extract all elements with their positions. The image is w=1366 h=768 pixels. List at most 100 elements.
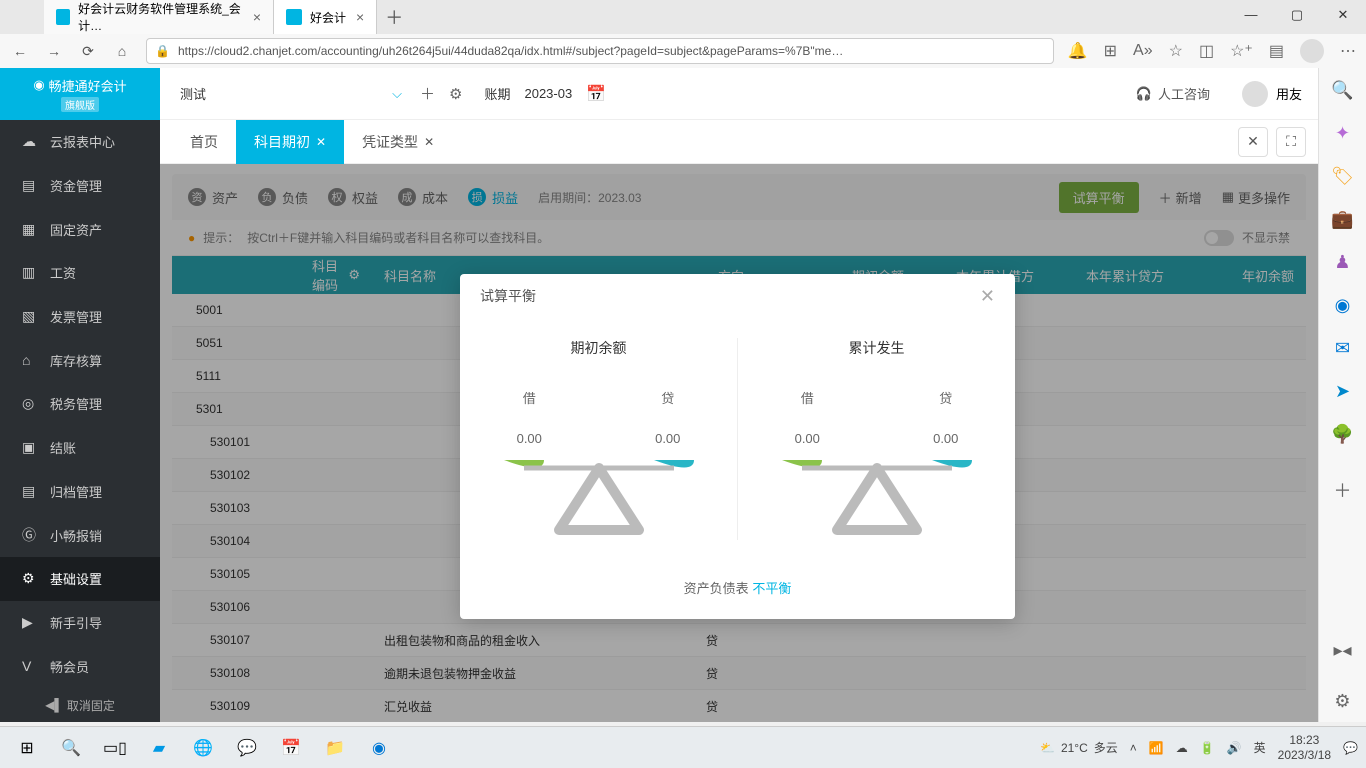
start-button[interactable]: ⊞ (8, 732, 46, 764)
sidebar-item-expense[interactable]: Ⓖ小畅报销 (0, 513, 160, 557)
sidebar-item-report[interactable]: ☁云报表中心 (0, 120, 160, 164)
wallet-icon[interactable]: ▤ (1269, 41, 1284, 61)
sidebar-collapse[interactable]: ◀▌取消固定 (0, 688, 160, 722)
funds-icon: ▤ (22, 177, 38, 194)
sidebar-item-inventory[interactable]: ⌂库存核算 (0, 338, 160, 382)
wifi-icon[interactable]: 📶 (1149, 741, 1164, 755)
sidebar-item-member[interactable]: V畅会员 (0, 645, 160, 689)
taskview-button[interactable]: ▭▯ (96, 732, 134, 764)
edge-wallet-icon[interactable]: 💼 (1331, 209, 1353, 230)
edge-add-icon[interactable]: ＋ (1334, 477, 1352, 503)
maximize-button[interactable]: ▢ (1274, 0, 1320, 30)
modal-close-button[interactable]: ✕ (980, 286, 995, 307)
fullscreen-button[interactable]: ⛶ (1276, 127, 1306, 157)
tab-subject[interactable]: 科目期初✕ (236, 120, 344, 164)
balance-scale-icon (489, 450, 709, 540)
refresh-icon[interactable]: ⟳ (78, 43, 98, 60)
clock[interactable]: 18:23 2023/3/18 (1278, 733, 1331, 762)
period-value: 2023-03 (524, 86, 572, 101)
browser-tab-2[interactable]: 好会计 × (274, 0, 377, 34)
read-aloud-icon[interactable]: A» (1133, 42, 1153, 60)
edge-shopping-icon[interactable]: 🏷 (1331, 166, 1354, 187)
sidebar-item-salary[interactable]: ▥工资 (0, 251, 160, 295)
edge-edge-icon[interactable]: ◉ (1335, 295, 1351, 316)
browser-chrome: 好会计云财务软件管理系统_会计… × 好会计 × ＋ — ▢ ✕ ← → ⟳ ⌂… (0, 0, 1366, 68)
sidebar-item-tax[interactable]: ◎税务管理 (0, 382, 160, 426)
user-badge[interactable]: 用友 (1242, 81, 1302, 107)
new-tab-button[interactable]: ＋ (377, 4, 411, 30)
ime-indicator[interactable]: 英 (1254, 739, 1266, 756)
guide-icon: ▶ (22, 614, 38, 631)
lock-icon: 🔒 (155, 44, 170, 58)
menu-icon[interactable]: ⋯ (1340, 41, 1356, 61)
battery-icon[interactable]: 🔋 (1200, 741, 1215, 755)
close-button[interactable]: ✕ (1320, 0, 1366, 30)
sidebar-item-invoice[interactable]: ▧发票管理 (0, 295, 160, 339)
tray-chevron-icon[interactable]: ˄ (1130, 741, 1137, 755)
edge-tree-icon[interactable]: 🌳 (1331, 424, 1353, 445)
modal-footer: 资产负债表 不平衡 (460, 560, 1015, 619)
url-input[interactable]: 🔒 https://cloud2.chanjet.com/accounting/… (146, 38, 1054, 64)
sidebar-item-archive[interactable]: ▤归档管理 (0, 470, 160, 514)
sidebar-item-guide[interactable]: ▶新手引导 (0, 601, 160, 645)
org-name: 测试 (180, 84, 206, 103)
sidebar-logo[interactable]: ◉畅捷通好会计 旗舰版 (0, 68, 160, 120)
notification-icon[interactable]: 🔔 (1068, 41, 1088, 61)
tax-icon: ◎ (22, 395, 38, 412)
sidebar: ◉畅捷通好会计 旗舰版 ☁云报表中心 ▤资金管理 ▦固定资产 ▥工资 ▧发票管理… (0, 68, 160, 722)
calendar-icon[interactable]: 📅 (586, 84, 606, 104)
sidebar-item-closing[interactable]: ▣结账 (0, 426, 160, 470)
calendar-app-icon[interactable]: 📅 (272, 732, 310, 764)
volume-icon[interactable]: 🔊 (1227, 741, 1242, 755)
split-icon[interactable]: ◫ (1199, 41, 1214, 61)
edge-ai-icon[interactable]: ✦ (1335, 123, 1350, 144)
tab-home[interactable]: 首页 (172, 120, 236, 164)
modal-body: 期初余额 借贷 0.000.00 累计发生 借贷 0.000.00 (460, 318, 1015, 560)
notifications-icon[interactable]: 💬 (1343, 741, 1358, 755)
favorites-icon[interactable]: ☆ (1169, 41, 1183, 61)
tab-close-icon[interactable]: × (253, 9, 261, 25)
browser-tab-1[interactable]: 好会计云财务软件管理系统_会计… × (44, 0, 274, 34)
org-selector[interactable]: 测试 ⌵ (176, 79, 406, 109)
app-icon[interactable]: ▰ (140, 732, 178, 764)
panel-cumulative: 累计发生 借贷 0.000.00 (738, 338, 1015, 540)
edge-sidebar: 🔍 ✦ 🏷 💼 ♟ ◉ ✉ ➤ 🌳 ＋ ▸◂ ⚙ (1318, 68, 1366, 722)
collections-icon[interactable]: ☆⁺ (1230, 41, 1253, 61)
sidebar-item-settings[interactable]: ⚙基础设置 (0, 557, 160, 601)
wechat-icon[interactable]: 💬 (228, 732, 266, 764)
org-settings-button[interactable]: ⚙ (449, 85, 462, 103)
extension-icons: 🔔 ⊞ A» ☆ ◫ ☆⁺ ▤ ⋯ (1068, 39, 1356, 63)
home-icon[interactable]: ⌂ (112, 43, 132, 59)
balance-scale-icon (767, 450, 987, 540)
sidebar-item-funds[interactable]: ▤资金管理 (0, 163, 160, 207)
edge-games-icon[interactable]: ♟ (1334, 252, 1350, 273)
cloud-icon[interactable]: ☁ (1176, 741, 1188, 755)
logo-icon: ◉ (33, 77, 44, 93)
tab-close-icon[interactable]: × (356, 9, 364, 25)
weather-widget[interactable]: ⛅ 21°C 多云 (1040, 739, 1118, 756)
edge-hide-icon[interactable]: ⚙ (1334, 691, 1350, 712)
unbalanced-link[interactable]: 不平衡 (752, 581, 791, 596)
period-label: 账期 (484, 84, 510, 103)
close-all-button[interactable]: ✕ (1238, 127, 1268, 157)
sidebar-item-assets[interactable]: ▦固定资产 (0, 207, 160, 251)
tab-close-icon[interactable]: ✕ (424, 135, 434, 149)
explorer-icon[interactable]: 📁 (316, 732, 354, 764)
add-org-button[interactable]: ＋ (420, 83, 435, 104)
profile-avatar[interactable] (1300, 39, 1324, 63)
consult-button[interactable]: 🎧人工咨询 (1136, 84, 1210, 103)
tab-voucher[interactable]: 凭证类型✕ (344, 120, 452, 164)
edge-icon[interactable]: ◉ (360, 732, 398, 764)
search-button[interactable]: 🔍 (52, 732, 90, 764)
edge-settings-icon[interactable]: ▸◂ (1333, 640, 1351, 661)
back-icon[interactable]: ← (10, 43, 30, 59)
chrome-icon[interactable]: 🌐 (184, 732, 222, 764)
forward-icon[interactable]: → (44, 43, 64, 59)
minimize-button[interactable]: — (1228, 0, 1274, 30)
edge-outlook-icon[interactable]: ✉ (1335, 338, 1350, 359)
tab-close-icon[interactable]: ✕ (316, 135, 326, 149)
edge-send-icon[interactable]: ➤ (1335, 381, 1350, 402)
extensions-icon[interactable]: ⊞ (1104, 41, 1117, 61)
edge-search-icon[interactable]: 🔍 (1331, 80, 1353, 101)
title-bar: 好会计云财务软件管理系统_会计… × 好会计 × ＋ — ▢ ✕ (0, 0, 1366, 34)
